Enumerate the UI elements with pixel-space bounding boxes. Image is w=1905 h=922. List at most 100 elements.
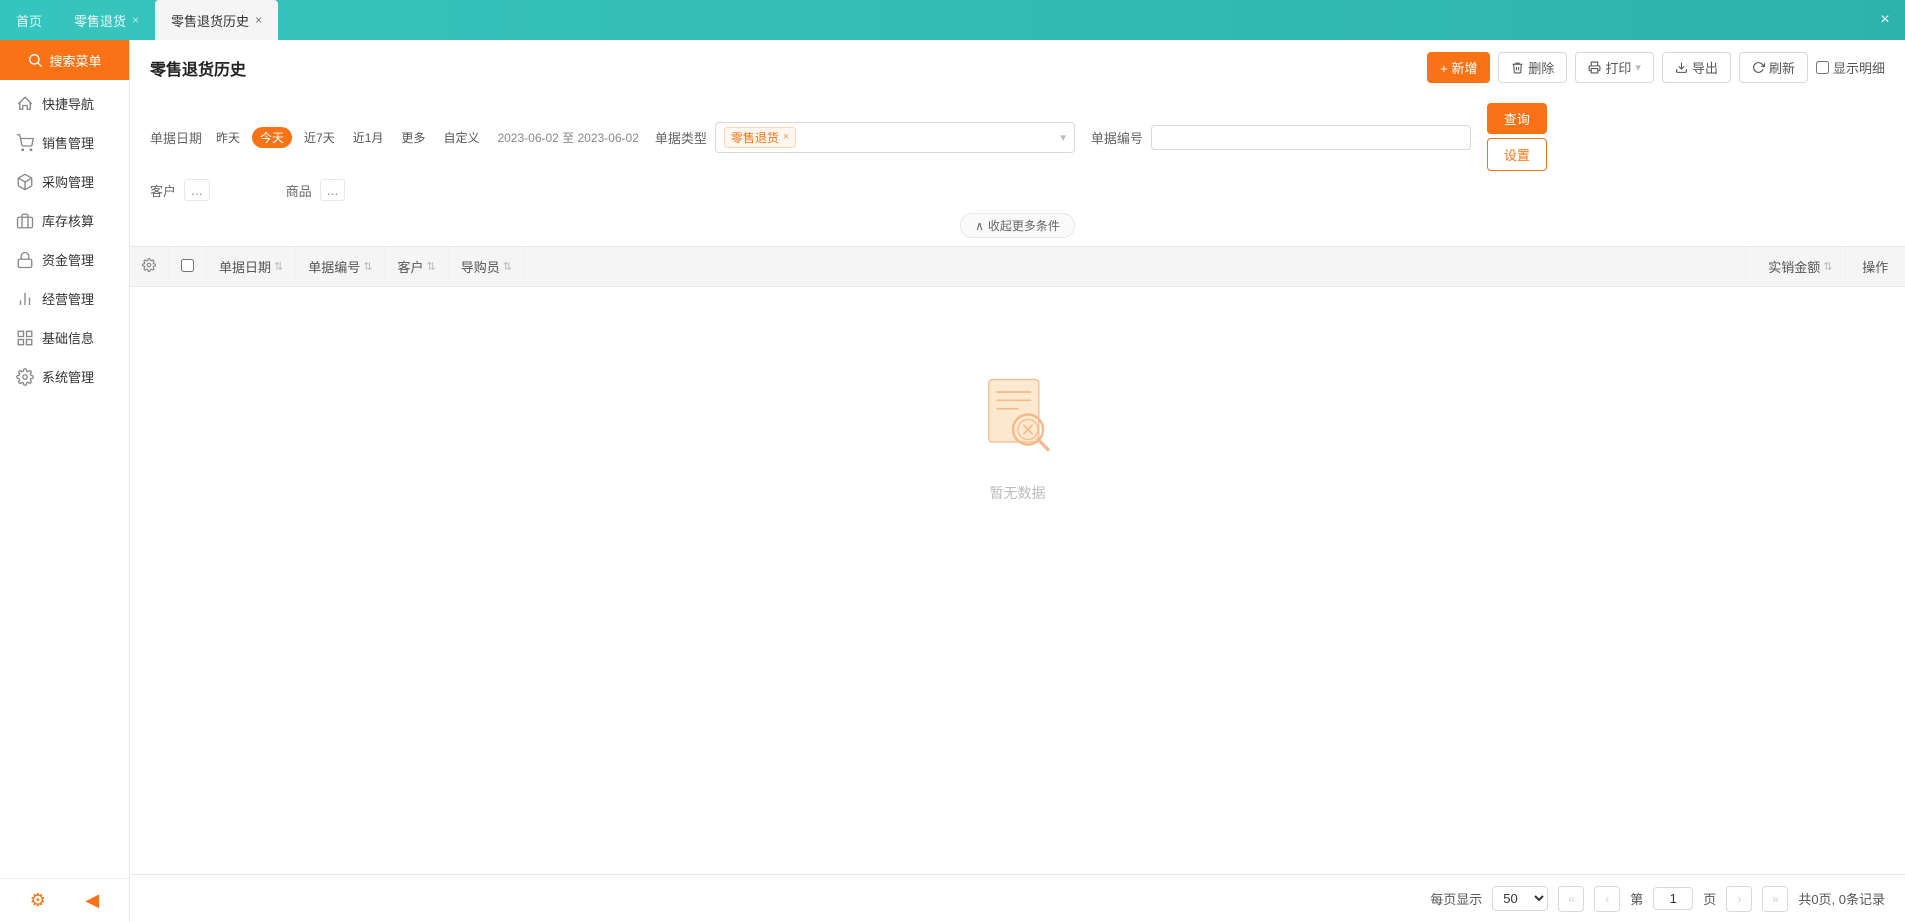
th-checkbox[interactable] (169, 247, 207, 287)
sidebar-item-sales[interactable]: 销售管理 (0, 123, 129, 162)
filter-settings-button[interactable]: 设置 (1487, 138, 1547, 171)
number-filter: 单据编号 (1091, 125, 1471, 150)
sidebar-item-sales-label: 销售管理 (42, 133, 94, 152)
tab-retail-return[interactable]: 零售退货 × (58, 0, 155, 40)
date-filter: 单据日期 昨天 今天 近7天 近1月 更多 自定义 2023-06-02 至 2… (150, 127, 639, 148)
th-customer[interactable]: 客户 ⇅ (385, 247, 448, 287)
box-icon (16, 173, 34, 191)
sidebar-item-purchase[interactable]: 采购管理 (0, 162, 129, 201)
delete-button[interactable]: 删除 (1498, 52, 1567, 83)
sidebar-item-basic-info[interactable]: 基础信息 (0, 318, 129, 357)
collapse-button[interactable]: ∧ 收起更多条件 (960, 213, 1075, 238)
customer-filter-input[interactable]: ... (184, 179, 210, 201)
warehouse-icon (16, 212, 34, 230)
type-tag-close[interactable]: × (783, 131, 789, 143)
tab-retail-return-label: 零售退货 (74, 11, 126, 30)
type-select-arrow: ▾ (1060, 131, 1066, 144)
show-detail-checkbox-label[interactable]: 显示明细 (1816, 58, 1885, 77)
sidebar-item-purchase-label: 采购管理 (42, 172, 94, 191)
toolbar: + 新增 删除 打印 ▾ (1427, 52, 1885, 83)
sidebar-item-basic-info-label: 基础信息 (42, 328, 94, 347)
tab-bar: 首页 零售退货 × 零售退货历史 × (0, 0, 1865, 40)
type-filter-select[interactable]: 零售退货 × ▾ (715, 122, 1075, 153)
filter-area: 单据日期 昨天 今天 近7天 近1月 更多 自定义 2023-06-02 至 2… (150, 95, 1885, 246)
sidebar-item-inventory[interactable]: 库存核算 (0, 201, 129, 240)
page-size-label: 每页显示 (1430, 889, 1482, 908)
date-today[interactable]: 今天 (252, 127, 292, 148)
page-input[interactable] (1653, 887, 1693, 910)
settings-icon (16, 368, 34, 386)
print-button[interactable]: 打印 ▾ (1575, 52, 1654, 83)
sidebar-search[interactable]: 搜索菜单 (0, 40, 129, 80)
pagination-prev[interactable]: ‹ (1594, 886, 1620, 912)
refresh-button[interactable]: 刷新 (1739, 52, 1808, 83)
sidebar-collapse-button[interactable]: ◀ (85, 890, 99, 911)
column-settings-icon (142, 258, 156, 272)
number-filter-input[interactable] (1151, 125, 1471, 150)
th-guide[interactable]: 导购员 ⇅ (448, 247, 524, 287)
sidebar-item-quick-nav[interactable]: 快捷导航 (0, 84, 129, 123)
goods-filter: 商品 ... (286, 179, 346, 201)
pagination-last[interactable]: » (1762, 886, 1788, 912)
empty-state-text: 暂无数据 (990, 483, 1046, 503)
top-bar: 首页 零售退货 × 零售退货历史 × × (0, 0, 1905, 40)
type-filter-label: 单据类型 (655, 128, 707, 147)
sort-icon-customer: ⇅ (426, 260, 435, 273)
customer-filter: 客户 ... (150, 179, 210, 201)
pagination-first[interactable]: « (1558, 886, 1584, 912)
sort-icon-date: ⇅ (274, 260, 283, 273)
data-table: 单据日期 ⇅ 单据编号 ⇅ 客户 (130, 247, 1905, 287)
pagination-total: 共0页, 0条记录 (1798, 889, 1885, 908)
th-date[interactable]: 单据日期 ⇅ (207, 247, 296, 287)
window-close-button[interactable]: × (1865, 0, 1905, 40)
page-header: 零售退货历史 + 新增 删除 (130, 40, 1905, 247)
tab-retail-return-close[interactable]: × (132, 13, 139, 27)
select-all-checkbox[interactable] (181, 259, 194, 272)
date-7days[interactable]: 近7天 (298, 127, 341, 148)
date-filter-label: 单据日期 (150, 128, 202, 147)
type-filter: 单据类型 零售退货 × ▾ (655, 122, 1075, 153)
sidebar-item-operations[interactable]: 经营管理 (0, 279, 129, 318)
th-amount[interactable]: 实销金额 ⇅ (1745, 247, 1845, 287)
sidebar-item-finance[interactable]: 资金管理 (0, 240, 129, 279)
chart-icon (16, 290, 34, 308)
sort-icon-guide: ⇅ (503, 260, 512, 273)
empty-state-icon (968, 367, 1068, 467)
type-tag: 零售退货 × (724, 127, 796, 148)
main-layout: 搜索菜单 快捷导航 销售管理 采购管理 (0, 40, 1905, 922)
tab-home-label: 首页 (16, 11, 42, 30)
content-area: 零售退货历史 + 新增 删除 (130, 40, 1905, 922)
customer-filter-label: 客户 (150, 181, 176, 200)
print-dropdown-icon[interactable]: ▾ (1635, 61, 1641, 74)
sidebar-item-system[interactable]: 系统管理 (0, 357, 129, 396)
pagination-bar: 每页显示 10 20 50 100 « ‹ 第 页 › » 共0页, 0条记录 (130, 874, 1905, 922)
export-button[interactable]: 导出 (1662, 52, 1731, 83)
search-icon (27, 52, 43, 68)
page-title: 零售退货历史 (150, 56, 246, 80)
lock-icon (16, 251, 34, 269)
th-spacer (524, 247, 1745, 287)
empty-state: 暂无数据 (130, 287, 1905, 583)
query-button[interactable]: 查询 (1487, 103, 1547, 134)
tab-home[interactable]: 首页 (0, 0, 58, 40)
sidebar-settings-button[interactable]: ⚙ (30, 890, 46, 911)
date-custom[interactable]: 自定义 (437, 127, 485, 148)
date-yesterday[interactable]: 昨天 (210, 127, 246, 148)
date-1month[interactable]: 近1月 (347, 127, 390, 148)
show-detail-checkbox[interactable] (1816, 61, 1829, 74)
goods-filter-input[interactable]: ... (320, 179, 346, 201)
sidebar-item-inventory-label: 库存核算 (42, 211, 94, 230)
tab-retail-return-history[interactable]: 零售退货历史 × (155, 0, 278, 40)
th-settings[interactable] (130, 247, 169, 287)
new-button[interactable]: + 新增 (1427, 52, 1490, 83)
th-number[interactable]: 单据编号 ⇅ (296, 247, 385, 287)
th-action: 操作 (1845, 247, 1905, 287)
home-icon (16, 95, 34, 113)
page-label: 第 (1630, 889, 1643, 908)
collapse-up-icon: ∧ (975, 219, 984, 233)
pagination-next[interactable]: › (1726, 886, 1752, 912)
page-size-select[interactable]: 10 20 50 100 (1492, 886, 1548, 911)
tab-retail-return-history-close[interactable]: × (255, 13, 262, 27)
goods-filter-label: 商品 (286, 181, 312, 200)
date-more[interactable]: 更多 (395, 127, 431, 148)
